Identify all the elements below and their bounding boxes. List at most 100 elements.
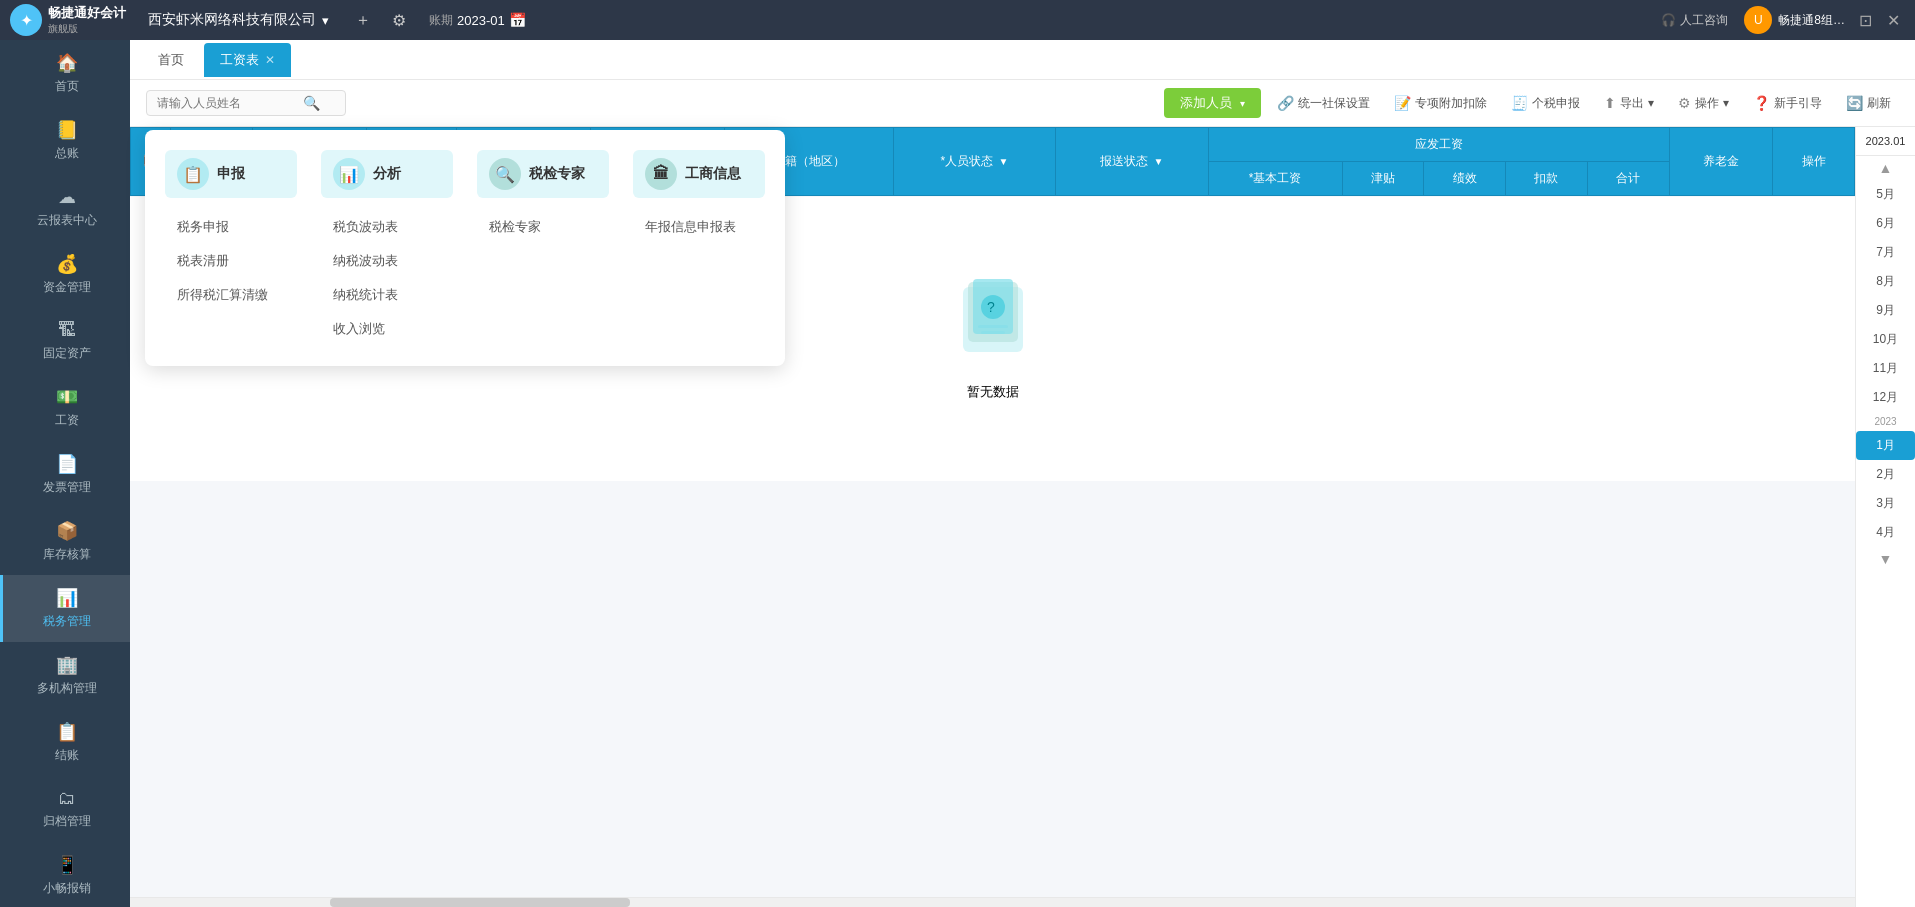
cal-month-5[interactable]: 5月 [1856, 180, 1915, 209]
close-period-icon: 📋 [56, 721, 78, 743]
shenbao-cat-label: 申报 [217, 165, 245, 183]
cal-month-12[interactable]: 12月 [1856, 383, 1915, 412]
th-operation: 操作 [1773, 128, 1855, 196]
menu-item-payment-fluctuation[interactable]: 纳税波动表 [321, 244, 453, 278]
dropdown-menu: 📋 申报 税务申报 税表清册 所得税汇算清缴 📊 分析 税负波动表 纳税波动表 … [145, 130, 785, 366]
search-input[interactable] [157, 96, 297, 110]
cal-year-2023: 2023 [1856, 412, 1915, 431]
new-guide-btn[interactable]: ❓ 新手引导 [1745, 91, 1830, 116]
sidebar-item-archive[interactable]: 🗂 归档管理 [0, 776, 130, 842]
menu-item-income-browse[interactable]: 收入浏览 [321, 312, 453, 346]
cal-month-2[interactable]: 2月 [1856, 460, 1915, 489]
refresh-btn[interactable]: 🔄 刷新 [1838, 91, 1899, 116]
tab-salary[interactable]: 工资表 ✕ [204, 43, 291, 77]
operations-icon: ⚙ [1678, 95, 1691, 111]
salary-icon: 💵 [56, 386, 78, 408]
sidebar-item-invoice[interactable]: 📄 发票管理 [0, 441, 130, 508]
company-selector[interactable]: 西安虾米网络科技有限公司 ▾ [140, 7, 337, 33]
cal-scroll-up[interactable]: ▲ [1856, 156, 1915, 180]
cal-month-9[interactable]: 9月 [1856, 296, 1915, 325]
menu-item-tax-declare[interactable]: 税务申报 [165, 210, 297, 244]
logo-icon: ✦ [10, 4, 42, 36]
service-btn[interactable]: 🎧 人工咨询 [1661, 12, 1728, 29]
right-panel: 2023.01 ▲ 5月 6月 7月 8月 9月 10月 11月 12月 202… [1855, 127, 1915, 907]
close-btn[interactable]: ✕ [1881, 8, 1905, 32]
sidebar-item-cloud-report[interactable]: ☁ 云报表中心 [0, 174, 130, 241]
app-logo: ✦ 畅捷通好会计 旗舰版 [10, 4, 140, 36]
menu-item-tax-fluctuation[interactable]: 税负波动表 [321, 210, 453, 244]
cal-month-11[interactable]: 11月 [1856, 354, 1915, 383]
menu-cat-fenxi: 📊 分析 税负波动表 纳税波动表 纳税统计表 收入浏览 [321, 150, 453, 346]
svg-rect-5 [978, 325, 1008, 328]
multi-org-icon: 🏢 [56, 654, 78, 676]
sidebar-item-inventory[interactable]: 📦 库存核算 [0, 508, 130, 575]
sidebar-item-ledger[interactable]: 📒 总账 [0, 107, 130, 174]
inventory-icon: 📦 [56, 520, 78, 542]
search-box[interactable]: 🔍 [146, 90, 346, 116]
right-panel-title: 2023.01 [1856, 127, 1915, 156]
calendar-icon[interactable]: 📅 [509, 12, 526, 28]
company-dropdown-arrow[interactable]: ▾ [322, 13, 329, 28]
sidebar-item-tax[interactable]: 📊 税务管理 [0, 575, 130, 642]
cal-month-6[interactable]: 6月 [1856, 209, 1915, 238]
th-total: 合计 [1587, 162, 1669, 196]
cloud-icon: ☁ [58, 186, 76, 208]
period-label: 账期 [429, 12, 453, 29]
sidebar-item-xiao-chang[interactable]: 📱 小畅报销 [0, 842, 130, 907]
sidebar-item-close[interactable]: 📋 结账 [0, 709, 130, 776]
sidebar-item-fixed-assets[interactable]: 🏗 固定资产 [0, 308, 130, 374]
export-label: 导出 [1620, 95, 1644, 112]
tab-salary-close[interactable]: ✕ [265, 53, 275, 67]
sidebar-item-salary[interactable]: 💵 工资 [0, 374, 130, 441]
social-security-label: 统一社保设置 [1298, 95, 1370, 112]
empty-text: 暂无数据 [967, 383, 1019, 401]
new-guide-icon: ❓ [1753, 95, 1770, 111]
settings-icon[interactable]: ⚙ [385, 6, 413, 34]
cal-month-10[interactable]: 10月 [1856, 325, 1915, 354]
menu-item-tax-stat[interactable]: 纳税统计表 [321, 278, 453, 312]
tax-declare-btn[interactable]: 🧾 个税申报 [1503, 91, 1588, 116]
minimize-btn[interactable]: ⊡ [1853, 8, 1877, 32]
period-value: 2023-01 [457, 13, 505, 28]
bottom-scrollbar[interactable] [130, 897, 1855, 907]
menu-item-annual-report[interactable]: 年报信息申报表 [633, 210, 765, 244]
user-name: 畅捷通8组… [1778, 12, 1845, 29]
menu-cat-shuijian-header: 🔍 税检专家 [477, 150, 609, 198]
cal-month-8[interactable]: 8月 [1856, 267, 1915, 296]
tab-bar: 首页 工资表 ✕ [130, 40, 1915, 80]
sidebar-item-fund[interactable]: 💰 资金管理 [0, 241, 130, 308]
menu-item-tax-expert[interactable]: 税检专家 [477, 210, 609, 244]
cal-month-4[interactable]: 4月 [1856, 518, 1915, 547]
tab-home-label: 首页 [158, 51, 184, 69]
user-info[interactable]: U 畅捷通8组… [1744, 6, 1845, 34]
menu-item-income-clear[interactable]: 所得税汇算清缴 [165, 278, 297, 312]
add-company-btn[interactable]: ＋ [349, 6, 377, 34]
cal-month-1[interactable]: 1月 [1856, 431, 1915, 460]
sidebar: 🏠 首页 📒 总账 ☁ 云报表中心 💰 资金管理 🏗 固定资产 💵 工资 📄 发… [0, 40, 130, 907]
add-dropdown-arrow: ▾ [1240, 98, 1245, 109]
special-deduct-btn[interactable]: 📝 专项附加扣除 [1386, 91, 1495, 116]
xiaochang-icon: 📱 [56, 854, 78, 876]
tax-icon: 📊 [56, 587, 78, 609]
export-btn[interactable]: ⬆ 导出 ▾ [1596, 91, 1662, 116]
cal-scroll-down[interactable]: ▼ [1856, 547, 1915, 571]
add-person-btn[interactable]: 添加人员 ▾ [1164, 88, 1261, 118]
archive-icon: 🗂 [58, 788, 76, 809]
cal-month-7[interactable]: 7月 [1856, 238, 1915, 267]
invoice-icon: 📄 [56, 453, 78, 475]
operations-btn[interactable]: ⚙ 操作 ▾ [1670, 91, 1737, 116]
sidebar-item-home[interactable]: 🏠 首页 [0, 40, 130, 107]
refresh-label: 刷新 [1867, 95, 1891, 112]
app-name: 畅捷通好会计 [48, 5, 126, 22]
tab-home[interactable]: 首页 [142, 43, 200, 77]
refresh-icon: 🔄 [1846, 95, 1863, 111]
cal-month-3[interactable]: 3月 [1856, 489, 1915, 518]
gongshang-cat-icon: 🏛 [645, 158, 677, 190]
social-security-btn[interactable]: 🔗 统一社保设置 [1269, 91, 1378, 116]
scrollbar-thumb[interactable] [330, 898, 630, 907]
menu-item-tax-table[interactable]: 税表清册 [165, 244, 297, 278]
company-name: 西安虾米网络科技有限公司 [148, 11, 316, 29]
operations-label: 操作 [1695, 95, 1719, 112]
sidebar-item-multi-org[interactable]: 🏢 多机构管理 [0, 642, 130, 709]
menu-cat-gongshang: 🏛 工商信息 年报信息申报表 [633, 150, 765, 346]
